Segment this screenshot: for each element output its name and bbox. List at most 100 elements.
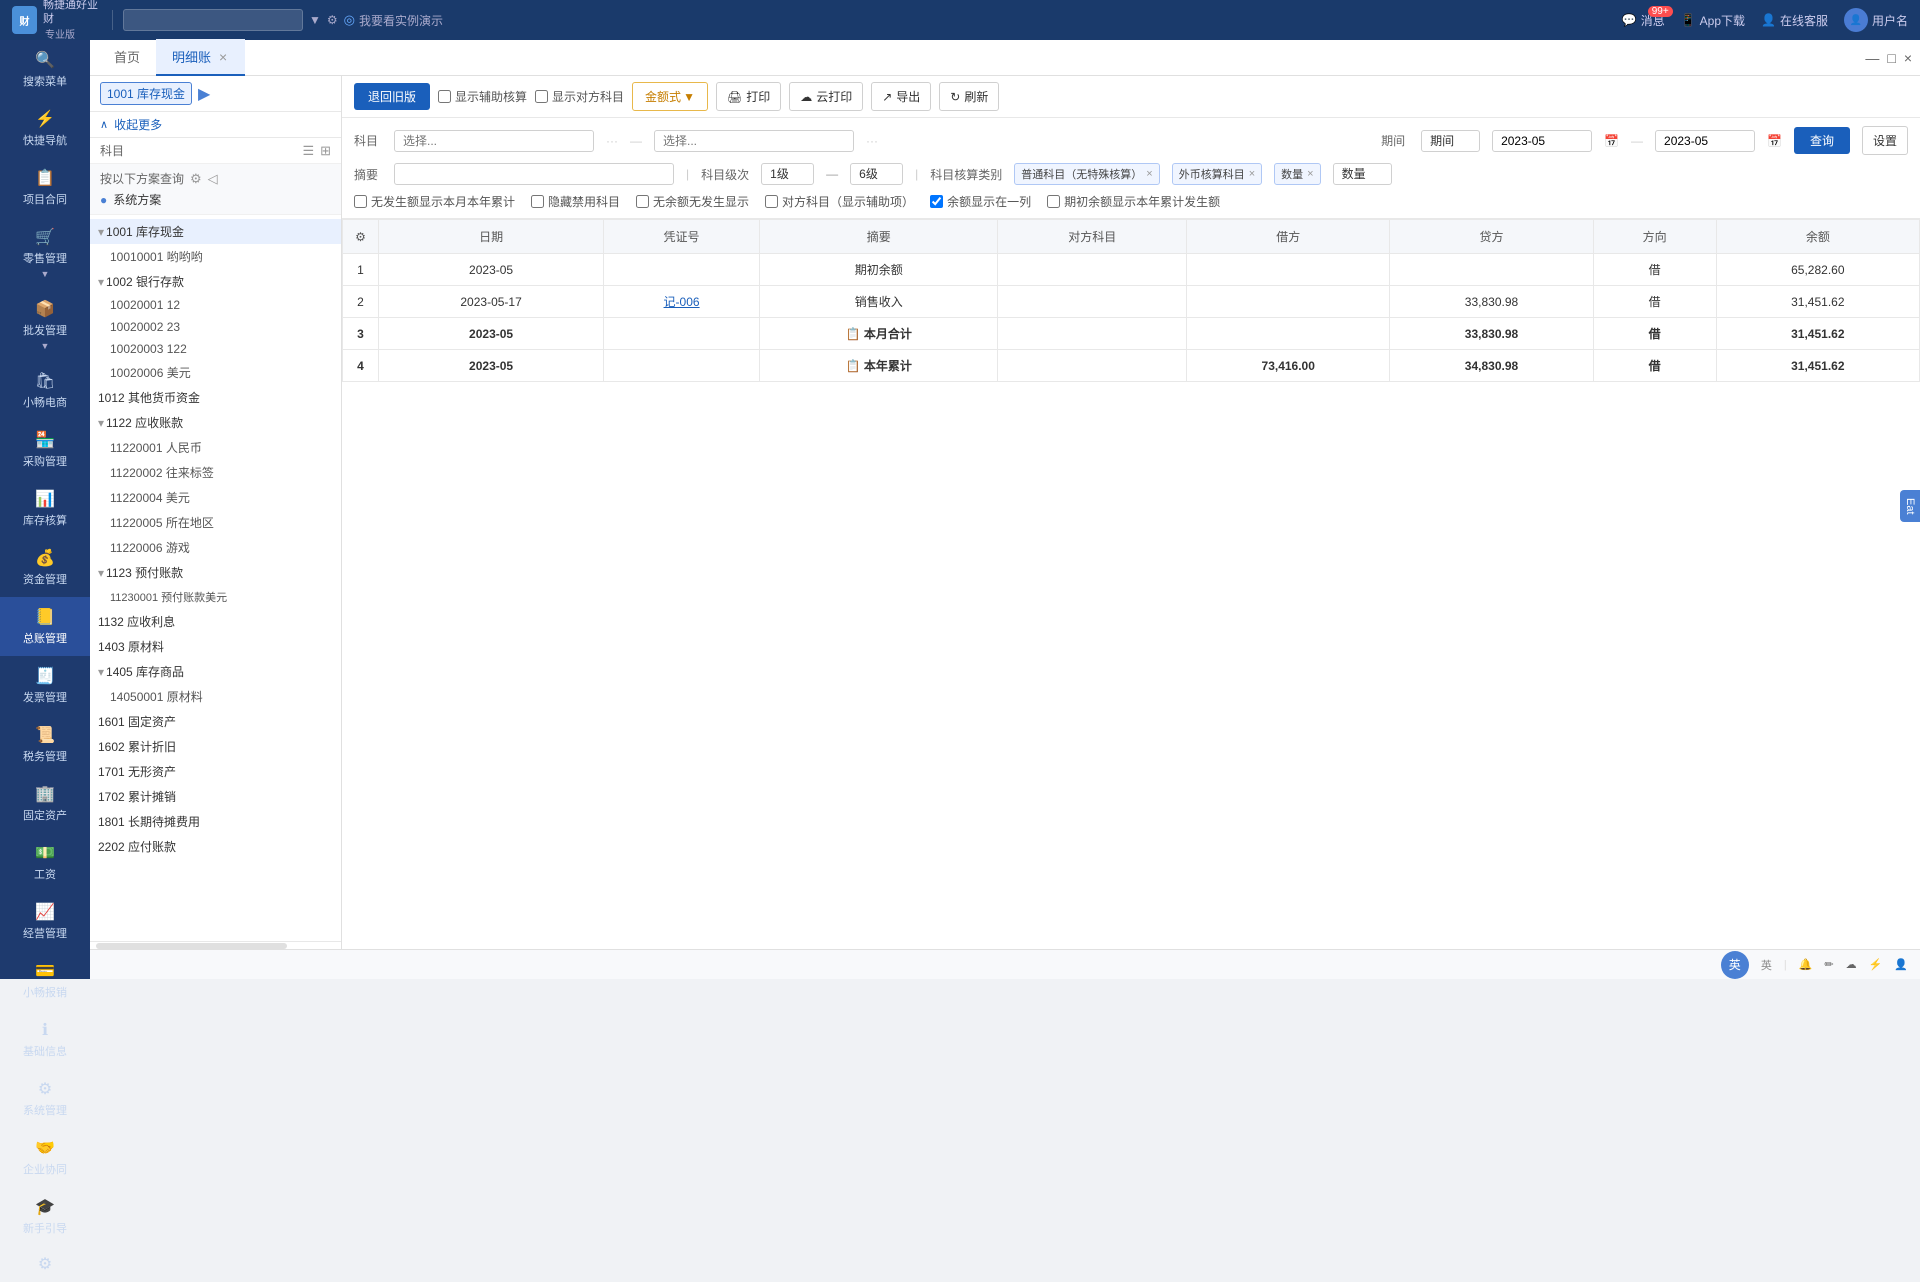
- tree-item-10010001[interactable]: 10010001 哟哟哟: [90, 244, 341, 269]
- col-settings[interactable]: ⚙: [343, 220, 379, 254]
- sidebar-item-retail[interactable]: 🛒 零售管理 ▼: [0, 217, 90, 289]
- status-icon-user[interactable]: 👤: [1894, 958, 1908, 971]
- user-avatar[interactable]: 👤 用户名: [1844, 8, 1908, 32]
- tree-item-1002[interactable]: ▾1002 银行存款: [90, 269, 341, 294]
- subject-more-btn[interactable]: ···: [606, 134, 618, 148]
- tree-item-1701[interactable]: 1701 无形资产: [90, 759, 341, 784]
- status-icon-bell[interactable]: 🔔: [1799, 958, 1813, 971]
- subject-filter-input-2[interactable]: [654, 130, 854, 152]
- period-start-calendar[interactable]: 📅: [1604, 134, 1619, 148]
- summary-filter-input[interactable]: [394, 163, 674, 185]
- filter-tag-1-close[interactable]: ×: [1146, 168, 1152, 180]
- opt6-checkbox[interactable]: [1047, 195, 1060, 208]
- demo-link[interactable]: ◎ 我要看实例演示: [344, 12, 443, 29]
- period-end-calendar[interactable]: 📅: [1767, 134, 1782, 148]
- horizontal-scrollbar[interactable]: [96, 943, 287, 949]
- tree-item-1405[interactable]: ▾1405 库存商品: [90, 659, 341, 684]
- search-dropdown-icon[interactable]: ▼: [309, 13, 321, 27]
- sidebar-item-basic[interactable]: ℹ 基础信息: [0, 1010, 90, 1069]
- return-old-btn[interactable]: 退回旧版: [354, 83, 430, 110]
- tree-item-1702[interactable]: 1702 累计摊销: [90, 784, 341, 809]
- account-tag[interactable]: 1001 库存现金: [100, 82, 192, 105]
- sidebar-item-cooperation[interactable]: 🤝 企业协同: [0, 1128, 90, 1187]
- sidebar-item-inventory[interactable]: 📊 库存核算: [0, 479, 90, 538]
- sidebar-item-ecommerce[interactable]: 🛍 小畅电商: [0, 361, 90, 420]
- status-icon-flash[interactable]: ⚡: [1869, 958, 1883, 971]
- tree-item-1403[interactable]: 1403 原材料: [90, 634, 341, 659]
- tree-expand-icon[interactable]: ⊞: [320, 143, 331, 159]
- sidebar-item-accounting[interactable]: 📒 总账管理: [0, 597, 90, 656]
- search-input[interactable]: [123, 9, 303, 31]
- panel-minimize-btn[interactable]: —: [1865, 50, 1879, 66]
- tree-list-icon[interactable]: ☰: [302, 143, 314, 159]
- app-download-btn[interactable]: 📱 App下载: [1681, 12, 1745, 29]
- scheme-settings-icon[interactable]: ⚙: [190, 171, 202, 187]
- online-service-btn[interactable]: 👤 在线客服: [1761, 12, 1828, 29]
- tree-item-11220004[interactable]: 11220004 美元: [90, 485, 341, 510]
- expand-icon[interactable]: ∧: [100, 118, 108, 131]
- cloud-print-btn[interactable]: ☁ 云打印: [789, 82, 863, 111]
- sidebar-item-invoice[interactable]: 🧾 发票管理: [0, 656, 90, 715]
- opt2-checkbox[interactable]: [531, 195, 544, 208]
- voucher-link[interactable]: 记-006: [664, 295, 700, 309]
- tree-item-10020001[interactable]: 10020001 12: [90, 294, 341, 316]
- more-btn[interactable]: 收起更多: [114, 116, 162, 133]
- tree-item-1132[interactable]: 1132 应收利息: [90, 609, 341, 634]
- tree-item-11220002[interactable]: 11220002 往来标签: [90, 460, 341, 485]
- refresh-btn[interactable]: ↻ 刷新: [939, 82, 999, 111]
- print-btn[interactable]: 🖨 打印: [716, 82, 781, 111]
- nav-right-arrow[interactable]: ▶: [198, 84, 210, 104]
- sidebar-item-capital[interactable]: 💰 资金管理: [0, 538, 90, 597]
- tree-item-10020003[interactable]: 10020003 122: [90, 338, 341, 360]
- tree-item-11220005[interactable]: 11220005 所在地区: [90, 510, 341, 535]
- row-voucher[interactable]: [604, 318, 760, 350]
- tree-item-11220001[interactable]: 11220001 人民币: [90, 435, 341, 460]
- tree-item-14050001[interactable]: 14050001 原材料: [90, 684, 341, 709]
- translate-btn[interactable]: 英: [1721, 951, 1749, 979]
- tree-item-1602[interactable]: 1602 累计折旧: [90, 734, 341, 759]
- tree-item-1001[interactable]: ▾1001 库存现金: [90, 219, 341, 244]
- period-start-input[interactable]: [1492, 130, 1592, 152]
- subject-level-to-select[interactable]: 6级: [850, 163, 903, 185]
- sidebar-item-salary[interactable]: 💵 工资: [0, 833, 90, 892]
- tree-item-11230001[interactable]: 11230001 预付账款美元: [90, 585, 341, 609]
- tree-item-2202[interactable]: 2202 应付账款: [90, 834, 341, 859]
- export-btn[interactable]: ↗ 导出: [871, 82, 931, 111]
- panel-maximize-btn[interactable]: □: [1887, 50, 1895, 66]
- panel-close-btn[interactable]: ×: [1904, 50, 1912, 66]
- sidebar-item-project[interactable]: 📋 项目合同: [0, 158, 90, 217]
- query-btn[interactable]: 查询: [1794, 127, 1850, 154]
- scheme-label[interactable]: 系统方案: [113, 191, 161, 208]
- show-auxiliary-checkbox[interactable]: [438, 90, 451, 103]
- row-voucher[interactable]: 记-006: [604, 286, 760, 318]
- sidebar-item-search[interactable]: 🔍 搜索菜单: [0, 40, 90, 99]
- scheme-collapse-icon[interactable]: ◁: [208, 171, 218, 187]
- tree-item-1012[interactable]: 1012 其他货币资金: [90, 385, 341, 410]
- tree-item-1122[interactable]: ▾1122 应收账款: [90, 410, 341, 435]
- opt1-checkbox[interactable]: [354, 195, 367, 208]
- status-icon-lang[interactable]: 英: [1761, 957, 1772, 973]
- tree-item-11220006[interactable]: 11220006 游戏: [90, 535, 341, 560]
- sidebar-item-guide[interactable]: 🎓 新手引导: [0, 1187, 90, 1246]
- show-opposite-checkbox[interactable]: [535, 90, 548, 103]
- opt4-checkbox[interactable]: [765, 195, 778, 208]
- col-settings-icon[interactable]: ⚙: [355, 230, 366, 244]
- sidebar-item-wholesale[interactable]: 📦 批发管理 ▼: [0, 289, 90, 361]
- subject-level-from-select[interactable]: 1级: [761, 163, 814, 185]
- sidebar-item-system[interactable]: ⚙ 系统管理: [0, 1069, 90, 1128]
- filter-settings-btn[interactable]: 设置: [1862, 126, 1908, 155]
- sidebar-item-quicknav[interactable]: ⚡ 快捷导航: [0, 99, 90, 158]
- quantity-select[interactable]: 数量: [1333, 163, 1392, 185]
- tree-item-10020002[interactable]: 10020002 23: [90, 316, 341, 338]
- opt5-checkbox[interactable]: [930, 195, 943, 208]
- sidebar-item-purchase[interactable]: 🏪 采购管理: [0, 420, 90, 479]
- tree-item-1123[interactable]: ▾1123 预付账款: [90, 560, 341, 585]
- period-end-input[interactable]: [1655, 130, 1755, 152]
- opt3-checkbox[interactable]: [636, 195, 649, 208]
- row-voucher[interactable]: [604, 350, 760, 382]
- message-btn[interactable]: 💬 消息 99+: [1622, 12, 1665, 29]
- settings-icon[interactable]: ⚙: [327, 13, 338, 27]
- filter-tag-3-close[interactable]: ×: [1307, 168, 1313, 180]
- sidebar-item-operations[interactable]: 📈 经营管理: [0, 892, 90, 951]
- period-type-select[interactable]: 期间: [1421, 130, 1480, 152]
